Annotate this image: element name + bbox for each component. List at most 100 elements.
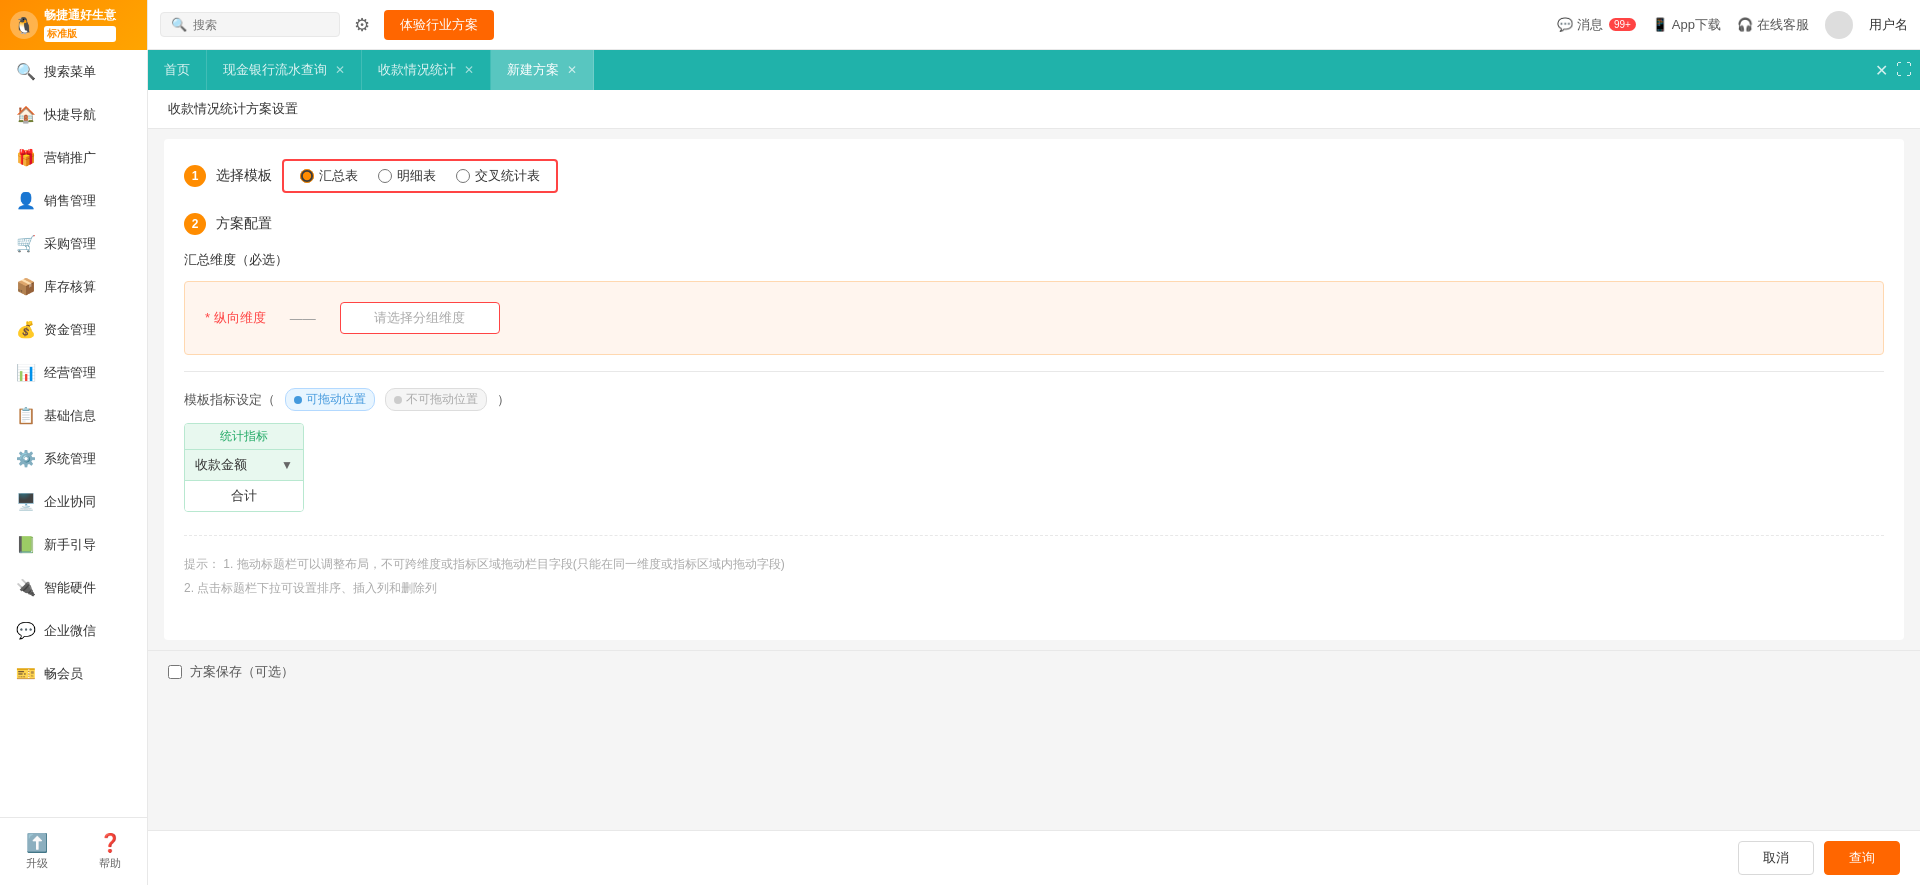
save-option-bar: 方案保存（可选） bbox=[148, 650, 1920, 693]
sidebar-item-label: 畅会员 bbox=[44, 665, 83, 683]
sidebar-item-basic-info[interactable]: 📋 基础信息 bbox=[0, 394, 147, 437]
sidebar-item-collab[interactable]: 🖥️ 企业协同 bbox=[0, 480, 147, 523]
sidebar-upgrade-btn[interactable]: ⬆️ 升级 bbox=[0, 826, 74, 877]
sidebar-item-operation[interactable]: 📊 经营管理 bbox=[0, 351, 147, 394]
sidebar-item-inventory[interactable]: 📦 库存核算 bbox=[0, 265, 147, 308]
sidebar-logo: 🐧 畅捷通好生意 标准版 bbox=[0, 0, 147, 50]
sidebar-item-quick-nav[interactable]: 🏠 快捷导航 bbox=[0, 93, 147, 136]
sidebar-item-label: 营销推广 bbox=[44, 149, 96, 167]
radio-summary[interactable]: 汇总表 bbox=[300, 167, 358, 185]
metric-label-row: 模板指标设定（ 可拖动位置 不可拖动位置 ） bbox=[184, 388, 1884, 411]
clipboard-icon: 📋 bbox=[16, 406, 36, 425]
draggable-badge: 可拖动位置 bbox=[285, 388, 375, 411]
metric-table-row[interactable]: 收款金额 ▼ bbox=[185, 450, 303, 480]
tips-text: 提示： 1. 拖动标题栏可以调整布局，不可跨维度或指标区域拖动栏目字段(只能在同… bbox=[184, 552, 1884, 600]
metric-table: 统计指标 收款金额 ▼ 合计 bbox=[184, 423, 304, 512]
service-icon: 🎧 bbox=[1737, 17, 1753, 32]
draggable-text: 可拖动位置 bbox=[306, 391, 366, 408]
radio-detail-input[interactable] bbox=[378, 169, 392, 183]
logo-icon: 🐧 bbox=[10, 11, 38, 39]
metric-dropdown-icon[interactable]: ▼ bbox=[281, 458, 293, 472]
settings-icon[interactable]: ⚙ bbox=[354, 14, 370, 36]
step1-header: 1 选择模板 汇总表 明细表 交叉统计表 bbox=[184, 159, 1884, 193]
radio-cross-input[interactable] bbox=[456, 169, 470, 183]
query-button[interactable]: 查询 bbox=[1824, 841, 1900, 875]
vertical-dim-label: 纵向维度 bbox=[205, 309, 266, 327]
radio-cross-label: 交叉统计表 bbox=[475, 167, 540, 185]
cart-icon: 🛒 bbox=[16, 234, 36, 253]
chat-icon: 💬 bbox=[16, 621, 36, 640]
tab-bar: 首页 现金银行流水查询 ✕ 收款情况统计 ✕ 新建方案 ✕ ✕ ⛶ bbox=[148, 50, 1920, 90]
sidebar-help-btn[interactable]: ❓ 帮助 bbox=[74, 826, 148, 877]
tab-home-label: 首页 bbox=[164, 61, 190, 79]
tab-receipt-stats-close[interactable]: ✕ bbox=[464, 63, 474, 77]
message-icon: 💬 bbox=[1557, 17, 1573, 32]
tips-section: 提示： 1. 拖动标题栏可以调整布局，不可跨维度或指标区域拖动栏目字段(只能在同… bbox=[184, 535, 1884, 600]
online-service-label: 在线客服 bbox=[1757, 16, 1809, 34]
search-input[interactable] bbox=[193, 18, 323, 32]
app-download-btn[interactable]: 📱 App下载 bbox=[1652, 16, 1721, 34]
box-icon: 📦 bbox=[16, 277, 36, 296]
book-icon: 📗 bbox=[16, 535, 36, 554]
sidebar-item-sales[interactable]: 👤 销售管理 bbox=[0, 179, 147, 222]
gift-icon: 🎁 bbox=[16, 148, 36, 167]
sidebar-item-corp-wechat[interactable]: 💬 企业微信 bbox=[0, 609, 147, 652]
trial-button[interactable]: 体验行业方案 bbox=[384, 10, 494, 40]
tab-new-plan[interactable]: 新建方案 ✕ bbox=[491, 50, 594, 90]
online-service-btn[interactable]: 🎧 在线客服 bbox=[1737, 16, 1809, 34]
step2-header: 2 方案配置 bbox=[184, 213, 1884, 235]
step2-num: 2 bbox=[184, 213, 206, 235]
dimension-select[interactable]: 请选择分组维度 bbox=[340, 302, 500, 334]
app-icon: 📱 bbox=[1652, 17, 1668, 32]
tips-line1: 提示： 1. 拖动标题栏可以调整布局，不可跨维度或指标区域拖动栏目字段(只能在同… bbox=[184, 552, 1884, 576]
metric-config-label-suffix: ） bbox=[497, 391, 510, 409]
radio-cross[interactable]: 交叉统计表 bbox=[456, 167, 540, 185]
draggable-dot bbox=[294, 396, 302, 404]
sidebar-item-marketing[interactable]: 🎁 营销推广 bbox=[0, 136, 147, 179]
metric-subtotal: 合计 bbox=[185, 480, 303, 511]
cancel-button[interactable]: 取消 bbox=[1738, 841, 1814, 875]
form-area: 1 选择模板 汇总表 明细表 交叉统计表 bbox=[164, 139, 1904, 640]
tab-home[interactable]: 首页 bbox=[148, 50, 207, 90]
tab-fullscreen-icon[interactable]: ⛶ bbox=[1896, 61, 1912, 79]
main: 🔍 ⚙ 体验行业方案 💬 消息 99+ 📱 App下载 🎧 在线客服 用户名 bbox=[148, 0, 1920, 885]
save-checkbox[interactable] bbox=[168, 665, 182, 679]
metric-name: 收款金额 bbox=[195, 456, 247, 474]
radio-summary-input[interactable] bbox=[300, 169, 314, 183]
sidebar-item-label: 搜索菜单 bbox=[44, 63, 96, 81]
radio-detail[interactable]: 明细表 bbox=[378, 167, 436, 185]
tab-new-plan-close[interactable]: ✕ bbox=[567, 63, 577, 77]
sidebar-item-smart-hw[interactable]: 🔌 智能硬件 bbox=[0, 566, 147, 609]
sidebar-item-label: 采购管理 bbox=[44, 235, 96, 253]
sidebar-item-system[interactable]: ⚙️ 系统管理 bbox=[0, 437, 147, 480]
topbar: 🔍 ⚙ 体验行业方案 💬 消息 99+ 📱 App下载 🎧 在线客服 用户名 bbox=[148, 0, 1920, 50]
sidebar-item-label: 资金管理 bbox=[44, 321, 96, 339]
topbar-search-box[interactable]: 🔍 bbox=[160, 12, 340, 37]
sidebar-item-label: 企业微信 bbox=[44, 622, 96, 640]
tab-receipt-stats[interactable]: 收款情况统计 ✕ bbox=[362, 50, 491, 90]
sidebar-item-purchase[interactable]: 🛒 采购管理 bbox=[0, 222, 147, 265]
sidebar-item-guide[interactable]: 📗 新手引导 bbox=[0, 523, 147, 566]
upgrade-label: 升级 bbox=[26, 856, 48, 871]
page-breadcrumb: 收款情况统计方案设置 bbox=[148, 90, 1920, 129]
tab-close-all-icon[interactable]: ✕ bbox=[1875, 61, 1888, 80]
money-icon: 💰 bbox=[16, 320, 36, 339]
tab-cash-bank-close[interactable]: ✕ bbox=[335, 63, 345, 77]
step1-title: 选择模板 bbox=[216, 167, 272, 185]
username-label: 用户名 bbox=[1869, 16, 1908, 34]
metric-config: 模板指标设定（ 可拖动位置 不可拖动位置 ） bbox=[184, 371, 1884, 515]
radio-detail-label: 明细表 bbox=[397, 167, 436, 185]
upgrade-icon: ⬆️ bbox=[26, 832, 48, 854]
tab-cash-bank[interactable]: 现金银行流水查询 ✕ bbox=[207, 50, 362, 90]
tab-cash-bank-label: 现金银行流水查询 bbox=[223, 61, 327, 79]
sidebar: 🐧 畅捷通好生意 标准版 🔍 搜索菜单 🏠 快捷导航 🎁 营销推广 👤 销售管理… bbox=[0, 0, 148, 885]
sidebar-item-finance[interactable]: 💰 资金管理 bbox=[0, 308, 147, 351]
metric-config-label-prefix: 模板指标设定（ bbox=[184, 391, 275, 409]
sidebar-item-search-menu[interactable]: 🔍 搜索菜单 bbox=[0, 50, 147, 93]
sidebar-item-membership[interactable]: 🎫 畅会员 bbox=[0, 652, 147, 695]
message-btn[interactable]: 💬 消息 99+ bbox=[1557, 16, 1636, 34]
config-section: 汇总维度（必选） 纵向维度 —— 请选择分组维度 模板指标设定（ bbox=[184, 251, 1884, 600]
dimension-section-label: 汇总维度（必选） bbox=[184, 251, 1884, 269]
sidebar-item-label: 库存核算 bbox=[44, 278, 96, 296]
logo-text: 畅捷通好生意 bbox=[44, 8, 116, 24]
